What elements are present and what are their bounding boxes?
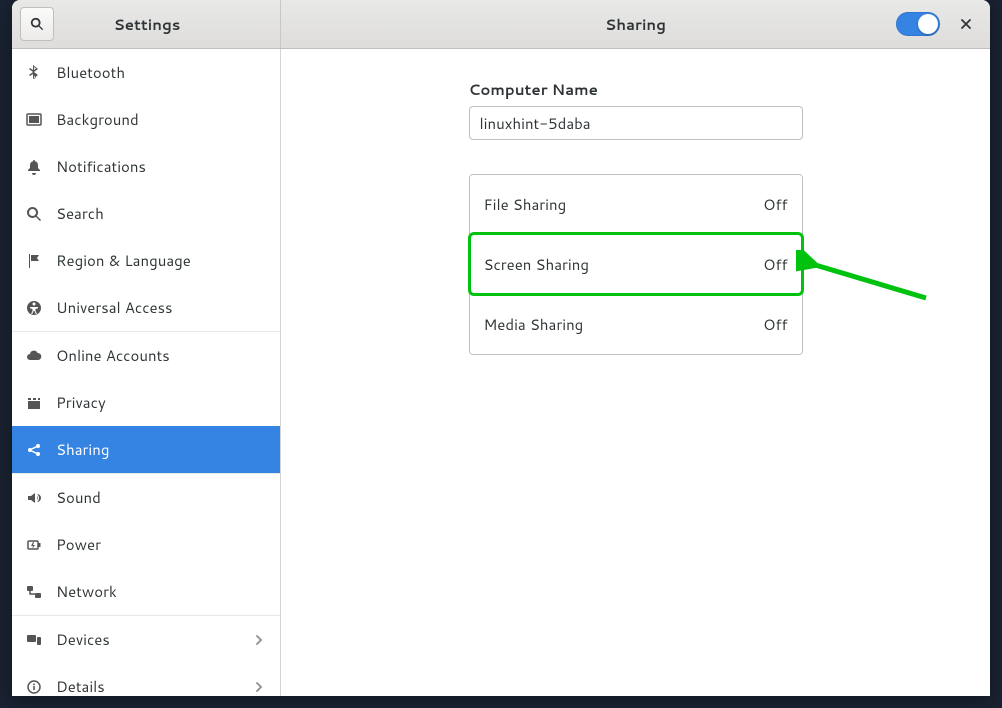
sidebar-item-label: Network — [56, 581, 264, 602]
sidebar-item-sharing[interactable]: Sharing — [12, 426, 280, 473]
chevron-right-icon — [254, 676, 264, 696]
sidebar-item-label: Universal Access — [56, 297, 264, 318]
sidebar: Bluetooth Background Notifications Search Re… — [12, 49, 281, 696]
search-button[interactable] — [20, 7, 54, 41]
content-pane: Computer Name File SharingOffScreen Shar… — [281, 49, 990, 696]
annotation-arrow — [796, 250, 936, 310]
sidebar-item-label: Notifications — [56, 156, 264, 177]
page-title: Sharing — [281, 14, 990, 35]
window-body: Bluetooth Background Notifications Search Re… — [12, 49, 990, 696]
option-label: Screen Sharing — [484, 254, 764, 275]
option-status: Off — [763, 254, 787, 275]
option-row-media-sharing[interactable]: Media SharingOff — [470, 294, 802, 354]
option-status: Off — [763, 194, 787, 215]
sidebar-item-label: Sound — [56, 487, 264, 508]
bell-icon — [26, 159, 42, 175]
sidebar-item-network[interactable]: Network — [12, 568, 280, 615]
close-button[interactable] — [950, 8, 982, 40]
speaker-icon — [26, 490, 42, 506]
cloud-icon — [26, 348, 42, 364]
option-label: File Sharing — [484, 194, 764, 215]
settings-window: Settings Sharing Bluetooth Background Noti… — [12, 0, 990, 696]
accessibility-icon — [26, 300, 42, 316]
titlebar-right: Sharing — [281, 0, 990, 48]
search-icon — [30, 17, 44, 31]
sidebar-item-label: Search — [56, 203, 264, 224]
flag-icon — [26, 253, 42, 269]
sidebar-item-label: Devices — [56, 629, 254, 650]
titlebar: Settings Sharing — [12, 0, 990, 49]
sharing-master-toggle[interactable] — [896, 12, 940, 36]
sidebar-item-background[interactable]: Background — [12, 96, 280, 143]
background-icon — [26, 112, 42, 128]
details-icon — [26, 679, 42, 695]
titlebar-left: Settings — [12, 0, 281, 48]
sidebar-item-label: Background — [56, 109, 264, 130]
close-icon — [960, 18, 972, 30]
sidebar-title: Settings — [54, 14, 280, 35]
sidebar-item-label: Details — [56, 676, 254, 696]
sidebar-item-power[interactable]: Power — [12, 521, 280, 568]
sidebar-item-details[interactable]: Details — [12, 663, 280, 696]
sidebar-item-label: Power — [56, 534, 264, 555]
sidebar-item-label: Bluetooth — [56, 62, 264, 83]
sidebar-item-sound[interactable]: Sound — [12, 474, 280, 521]
sharing-options-list: File SharingOffScreen SharingOffMedia Sh… — [469, 174, 803, 355]
option-label: Media Sharing — [484, 314, 764, 335]
sidebar-item-universal-access[interactable]: Universal Access — [12, 284, 280, 331]
search-icon — [26, 206, 42, 222]
option-status: Off — [763, 314, 787, 335]
sidebar-item-online-accounts[interactable]: Online Accounts — [12, 332, 280, 379]
computer-name-input[interactable] — [469, 106, 803, 140]
option-row-file-sharing[interactable]: File SharingOff — [470, 175, 802, 234]
sidebar-item-label: Online Accounts — [56, 345, 264, 366]
sidebar-item-notifications[interactable]: Notifications — [12, 143, 280, 190]
share-icon — [26, 442, 42, 458]
power-icon — [26, 537, 42, 553]
devices-icon — [26, 632, 42, 648]
sidebar-item-privacy[interactable]: Privacy — [12, 379, 280, 426]
computer-name-label: Computer Name — [469, 79, 803, 100]
option-row-screen-sharing[interactable]: Screen SharingOff — [470, 234, 802, 294]
sidebar-item-devices[interactable]: Devices — [12, 616, 280, 663]
privacy-icon — [26, 395, 42, 411]
chevron-right-icon — [254, 629, 264, 650]
sidebar-item-label: Region & Language — [56, 250, 264, 271]
sidebar-item-region-language[interactable]: Region & Language — [12, 237, 280, 284]
bluetooth-icon — [26, 65, 42, 81]
sidebar-item-label: Sharing — [56, 439, 264, 460]
sidebar-item-search[interactable]: Search — [12, 190, 280, 237]
content-inner: Computer Name File SharingOffScreen Shar… — [469, 79, 803, 355]
network-icon — [26, 584, 42, 600]
sidebar-item-label: Privacy — [56, 392, 264, 413]
sidebar-item-bluetooth[interactable]: Bluetooth — [12, 49, 280, 96]
